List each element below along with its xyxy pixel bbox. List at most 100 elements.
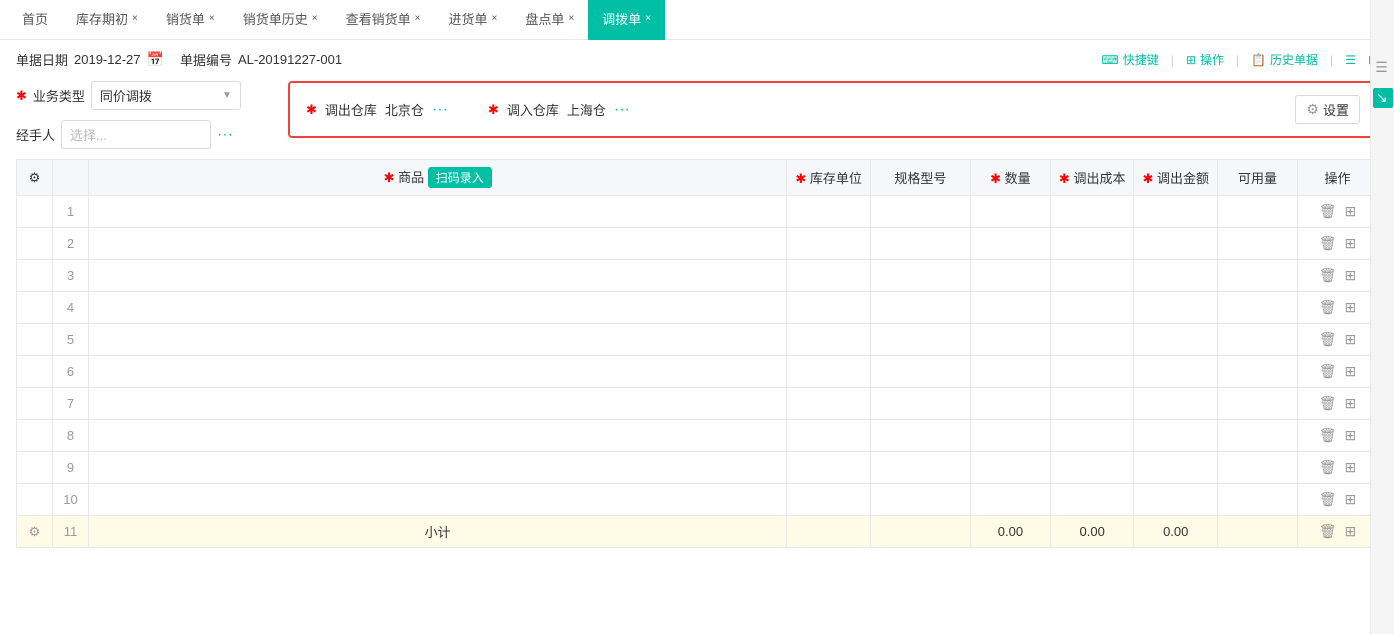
row-spec-cell[interactable]	[870, 196, 970, 228]
row-qty-cell[interactable]	[970, 324, 1050, 356]
row-spec-cell[interactable]	[870, 292, 970, 324]
close-icon[interactable]: ×	[491, 13, 497, 24]
row-unit-cell[interactable]	[787, 260, 871, 292]
row-spec-cell[interactable]	[870, 260, 970, 292]
row-qty-cell[interactable]	[970, 484, 1050, 516]
row-available-cell[interactable]	[1218, 420, 1298, 452]
tab-sales-history[interactable]: 销货单历史 ×	[229, 0, 332, 40]
row-unit-cell[interactable]	[787, 452, 871, 484]
copy-icon[interactable]: ⊞	[1345, 459, 1357, 476]
copy-icon[interactable]: ⊞	[1345, 203, 1357, 220]
row-product-cell[interactable]	[89, 420, 787, 452]
close-icon[interactable]: ×	[132, 13, 138, 24]
tab-sales-order[interactable]: 销货单 ×	[152, 0, 229, 40]
close-icon[interactable]: ×	[209, 13, 215, 24]
row-product-cell[interactable]	[89, 388, 787, 420]
row-unit-cell[interactable]	[787, 356, 871, 388]
row-product-cell[interactable]	[89, 260, 787, 292]
row-amount-cell[interactable]	[1134, 356, 1218, 388]
delete-icon[interactable]: 🗑	[1319, 203, 1337, 220]
copy-icon[interactable]: ⊞	[1345, 427, 1357, 444]
row-amount-cell[interactable]	[1134, 388, 1218, 420]
close-icon[interactable]: ×	[645, 13, 651, 24]
row-available-cell[interactable]	[1218, 228, 1298, 260]
row-available-cell[interactable]	[1218, 356, 1298, 388]
row-cost-cell[interactable]	[1050, 420, 1134, 452]
in-warehouse-more-button[interactable]: ···	[614, 101, 630, 119]
row-cost-cell[interactable]	[1050, 484, 1134, 516]
row-cost-cell[interactable]	[1050, 452, 1134, 484]
delete-icon[interactable]: 🗑	[1319, 395, 1337, 412]
row-spec-cell[interactable]	[870, 228, 970, 260]
row-product-cell[interactable]	[89, 196, 787, 228]
row-available-cell[interactable]	[1218, 324, 1298, 356]
row-available-cell[interactable]	[1218, 196, 1298, 228]
row-cost-cell[interactable]	[1050, 196, 1134, 228]
delete-icon[interactable]: 🗑	[1319, 267, 1337, 284]
delete-icon[interactable]: 🗑	[1319, 459, 1337, 476]
close-icon[interactable]: ×	[415, 13, 421, 24]
sidebar-list-icon[interactable]: ☰	[1375, 60, 1391, 76]
row-qty-cell[interactable]	[970, 388, 1050, 420]
close-icon[interactable]: ×	[312, 13, 318, 24]
row-unit-cell[interactable]	[787, 292, 871, 324]
row-qty-cell[interactable]	[970, 356, 1050, 388]
row-unit-cell[interactable]	[787, 324, 871, 356]
row-spec-cell[interactable]	[870, 452, 970, 484]
row-product-cell[interactable]	[89, 356, 787, 388]
calendar-icon[interactable]: 📅	[147, 51, 164, 68]
settings-button[interactable]: ⚙ 设置	[1295, 95, 1360, 124]
delete-icon[interactable]: 🗑	[1319, 331, 1337, 348]
row-amount-cell[interactable]	[1134, 196, 1218, 228]
row-qty-cell[interactable]	[970, 452, 1050, 484]
row-available-cell[interactable]	[1218, 452, 1298, 484]
row-cost-cell[interactable]	[1050, 260, 1134, 292]
row-product-cell[interactable]	[89, 324, 787, 356]
row-available-cell[interactable]	[1218, 388, 1298, 420]
row-cost-cell[interactable]	[1050, 228, 1134, 260]
delete-icon[interactable]: 🗑	[1319, 363, 1337, 380]
row-unit-cell[interactable]	[787, 484, 871, 516]
delete-icon[interactable]: 🗑	[1319, 299, 1337, 316]
business-type-select[interactable]: 同价调拨 ▼	[91, 81, 241, 110]
delete-icon[interactable]: 🗑	[1319, 523, 1337, 540]
row-spec-cell[interactable]	[870, 324, 970, 356]
row-amount-cell[interactable]	[1134, 228, 1218, 260]
row-qty-cell[interactable]	[970, 260, 1050, 292]
copy-icon[interactable]: ⊞	[1345, 235, 1357, 252]
copy-icon[interactable]: ⊞	[1345, 299, 1357, 316]
row-available-cell[interactable]	[1218, 260, 1298, 292]
tab-purchase-order[interactable]: 进货单 ×	[434, 0, 511, 40]
copy-icon[interactable]: ⊞	[1345, 267, 1357, 284]
row-available-cell[interactable]	[1218, 484, 1298, 516]
delete-icon[interactable]: 🗑	[1319, 235, 1337, 252]
tab-view-sales[interactable]: 查看销货单 ×	[332, 0, 435, 40]
row-unit-cell[interactable]	[787, 228, 871, 260]
row-available-cell[interactable]	[1218, 292, 1298, 324]
shortcut-key-button[interactable]: ⌨ 快捷键	[1101, 51, 1158, 68]
row-spec-cell[interactable]	[870, 420, 970, 452]
operations-button[interactable]: ⊞ 操作	[1186, 51, 1224, 68]
row-cost-cell[interactable]	[1050, 292, 1134, 324]
row-cost-cell[interactable]	[1050, 324, 1134, 356]
operator-input[interactable]: 选择...	[61, 120, 211, 149]
row-spec-cell[interactable]	[870, 356, 970, 388]
row-product-cell[interactable]	[89, 228, 787, 260]
tab-inventory-check[interactable]: 盘点单 ×	[511, 0, 588, 40]
row-product-cell[interactable]	[89, 452, 787, 484]
row-qty-cell[interactable]	[970, 196, 1050, 228]
row-amount-cell[interactable]	[1134, 260, 1218, 292]
row-product-cell[interactable]	[89, 292, 787, 324]
row-cost-cell[interactable]	[1050, 356, 1134, 388]
delete-icon[interactable]: 🗑	[1319, 427, 1337, 444]
copy-icon[interactable]: ⊞	[1345, 491, 1357, 508]
row-qty-cell[interactable]	[970, 420, 1050, 452]
row-unit-cell[interactable]	[787, 388, 871, 420]
out-warehouse-more-button[interactable]: ···	[432, 101, 448, 119]
copy-icon[interactable]: ⊞	[1345, 363, 1357, 380]
row-amount-cell[interactable]	[1134, 324, 1218, 356]
copy-icon[interactable]: ⊞	[1345, 523, 1357, 540]
row-spec-cell[interactable]	[870, 388, 970, 420]
row-product-cell[interactable]	[89, 484, 787, 516]
operator-more-button[interactable]: ···	[217, 126, 233, 144]
